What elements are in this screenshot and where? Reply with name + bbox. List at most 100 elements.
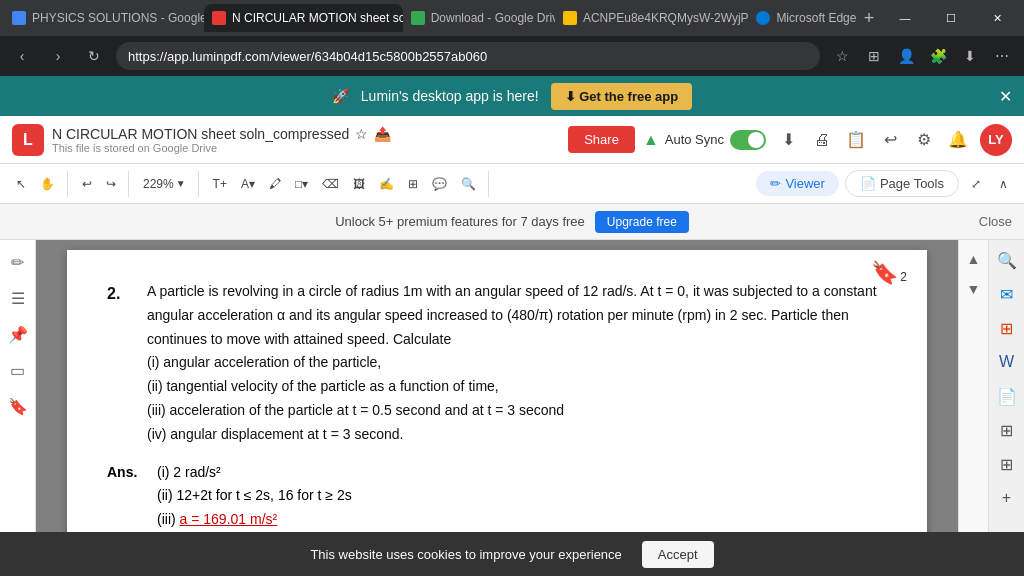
app-office-icon[interactable]: ⊞ (993, 314, 1021, 342)
new-tab-button[interactable]: + (858, 4, 880, 32)
text-color-tool[interactable]: A▾ (235, 171, 261, 197)
left-sidebar: ✏ ☰ 📌 ▭ 🔖 (0, 240, 36, 576)
share-doc-icon[interactable]: 📤 (374, 126, 391, 142)
app-word-icon[interactable]: W (993, 348, 1021, 376)
notification-close-button[interactable]: ✕ (999, 87, 1012, 106)
bell-toolbar-icon[interactable]: 🔔 (944, 126, 972, 154)
tab-acn[interactable]: ACNPEu8e4KRQMysW-2WyjPVi... ✕ (555, 4, 748, 32)
zoom-selector[interactable]: 229% ▼ (137, 171, 192, 197)
tool-group-zoom: 229% ▼ (137, 171, 199, 197)
auto-sync-toggle[interactable] (730, 130, 766, 150)
collections-icon[interactable]: ⊞ (860, 42, 888, 70)
ans-body: (i) 2 rad/s² (ii) 12+2t for t ≤ 2s, 16 f… (157, 461, 887, 532)
doc-subtitle: This file is stored on Google Drive (52, 142, 560, 154)
hand-tool[interactable]: ✋ (34, 171, 61, 197)
upgrade-close-button[interactable]: Close (979, 214, 1012, 229)
page-tools-label: Page Tools (880, 176, 944, 191)
eraser-tool[interactable]: ⌫ (316, 171, 345, 197)
close-button[interactable]: ✕ (974, 0, 1020, 36)
signature-tool[interactable]: ✍ (373, 171, 400, 197)
viewer-label: Viewer (785, 176, 825, 191)
tab-acn-label: ACNPEu8e4KRQMysW-2WyjPVi... (583, 11, 748, 25)
tab-circular-label: N CIRCULAR MOTION sheet soln... (232, 11, 403, 25)
image-tool[interactable]: 🖼 (347, 171, 371, 197)
highlight-tool[interactable]: 🖍 (263, 171, 287, 197)
scroll-up-icon[interactable]: ▲ (963, 248, 985, 270)
pointer-tool[interactable]: ↖ (10, 171, 32, 197)
tab-edge-label: Microsoft Edge (776, 11, 856, 25)
lumin-toolbar: L N CIRCULAR MOTION sheet soln_compresse… (0, 116, 1024, 164)
favorites-icon[interactable]: ☆ (828, 42, 856, 70)
tab-acn-favicon (563, 11, 577, 25)
sidebar-cursor-icon[interactable]: ✏ (4, 248, 32, 276)
sidebar-pages-icon[interactable]: ▭ (4, 356, 32, 384)
redo-button[interactable]: ↪ (100, 171, 122, 197)
cookie-bar: This website uses cookies to improve you… (0, 532, 1024, 576)
app-search-icon[interactable]: 🔍 (993, 246, 1021, 274)
viewer-pencil-icon: ✏ (770, 176, 781, 191)
upgrade-button[interactable]: Upgrade free (595, 211, 689, 233)
profile-icon[interactable]: 👤 (892, 42, 920, 70)
tab-download-favicon (411, 11, 425, 25)
table-tool[interactable]: ⊞ (402, 171, 424, 197)
viewer-button[interactable]: ✏ Viewer (756, 171, 839, 196)
get-free-app-button[interactable]: ⬇ Get the free app (551, 83, 693, 110)
undo-button[interactable]: ↩ (76, 171, 98, 197)
app-pdf-icon[interactable]: 📄 (993, 382, 1021, 410)
share-button[interactable]: Share (568, 126, 635, 153)
collapse-toolbar-button[interactable]: ∧ (993, 171, 1014, 197)
star-icon[interactable]: ☆ (355, 126, 368, 142)
tool-group-pointer: ↖ ✋ (10, 171, 68, 197)
toggle-knob (748, 132, 764, 148)
back-button[interactable]: ‹ (8, 42, 36, 70)
forward-button[interactable]: › (44, 42, 72, 70)
get-free-btn-label: Get the free app (579, 89, 678, 104)
tab-download-label: Download - Google Drive (431, 11, 555, 25)
search-tool[interactable]: 🔍 (455, 171, 482, 197)
app-mail-icon[interactable]: ✉ (993, 280, 1021, 308)
app-grid-icon[interactable]: ⊞ (993, 416, 1021, 444)
page-tools-button[interactable]: 📄 Page Tools (845, 170, 959, 197)
browser-toolbar-icons: ☆ ⊞ 👤 🧩 ⬇ ⋯ (828, 42, 1016, 70)
extensions-icon[interactable]: 🧩 (924, 42, 952, 70)
ans-label: Ans. (107, 461, 157, 532)
pdf-viewer-area: 🔖 2 2. A particle is revolving in a circ… (36, 240, 958, 576)
download-icon[interactable]: ⬇ (956, 42, 984, 70)
shape-tool[interactable]: □▾ (289, 171, 314, 197)
comment-tool[interactable]: 💬 (426, 171, 453, 197)
print-toolbar-icon[interactable]: 🖨 (808, 126, 836, 154)
tab-circular[interactable]: N CIRCULAR MOTION sheet soln... ✕ (204, 4, 403, 32)
sub-q-4: (iv) angular displacement at t = 3 secon… (147, 426, 403, 442)
sidebar-menu-icon[interactable]: ☰ (4, 284, 32, 312)
more-icon[interactable]: ⋯ (988, 42, 1016, 70)
bookmark-corner-icon: 🔖 (871, 260, 898, 286)
sidebar-bookmark-icon[interactable]: 🔖 (4, 392, 32, 420)
app-add-icon[interactable]: + (993, 484, 1021, 512)
edit-toolbar: ↖ ✋ ↩ ↪ 229% ▼ T+ A▾ 🖍 □▾ ⌫ 🖼 ✍ ⊞ 💬 🔍 ✏ … (0, 164, 1024, 204)
scroll-down-icon[interactable]: ▼ (963, 278, 985, 300)
share-toolbar-icon[interactable]: ↩ (876, 126, 904, 154)
accept-cookies-button[interactable]: Accept (642, 541, 714, 568)
address-input[interactable] (116, 42, 820, 70)
cookie-text: This website uses cookies to improve you… (310, 547, 621, 562)
download-toolbar-icon[interactable]: ⬇ (774, 126, 802, 154)
get-free-btn-icon: ⬇ (565, 89, 576, 104)
google-drive-icon: ▲ (643, 131, 659, 149)
insert-text-tool[interactable]: T+ (207, 171, 233, 197)
expand-button[interactable]: ⤢ (965, 171, 987, 197)
tab-download[interactable]: Download - Google Drive ✕ (403, 4, 555, 32)
tool-group-undo: ↩ ↪ (76, 171, 129, 197)
tab-physics[interactable]: PHYSICS SOLUTIONS - Google D... ✕ (4, 4, 204, 32)
settings-toolbar-icon[interactable]: ⚙ (910, 126, 938, 154)
app-sidebar: 🔍 ✉ ⊞ W 📄 ⊞ ⊞ + (988, 240, 1024, 576)
ans-item-3: (iii) a = 169.01 m/s² (157, 511, 277, 527)
lumin-notification-bar: 🚀 Lumin's desktop app is here! ⬇ Get the… (0, 76, 1024, 116)
tab-edge[interactable]: Microsoft Edge ✕ (748, 4, 857, 32)
maximize-button[interactable]: ☐ (928, 0, 974, 36)
copy-toolbar-icon[interactable]: 📋 (842, 126, 870, 154)
reload-button[interactable]: ↻ (80, 42, 108, 70)
sidebar-comment-icon[interactable]: 📌 (4, 320, 32, 348)
app-grid2-icon[interactable]: ⊞ (993, 450, 1021, 478)
user-avatar[interactable]: LY (980, 124, 1012, 156)
minimize-button[interactable]: — (882, 0, 928, 36)
